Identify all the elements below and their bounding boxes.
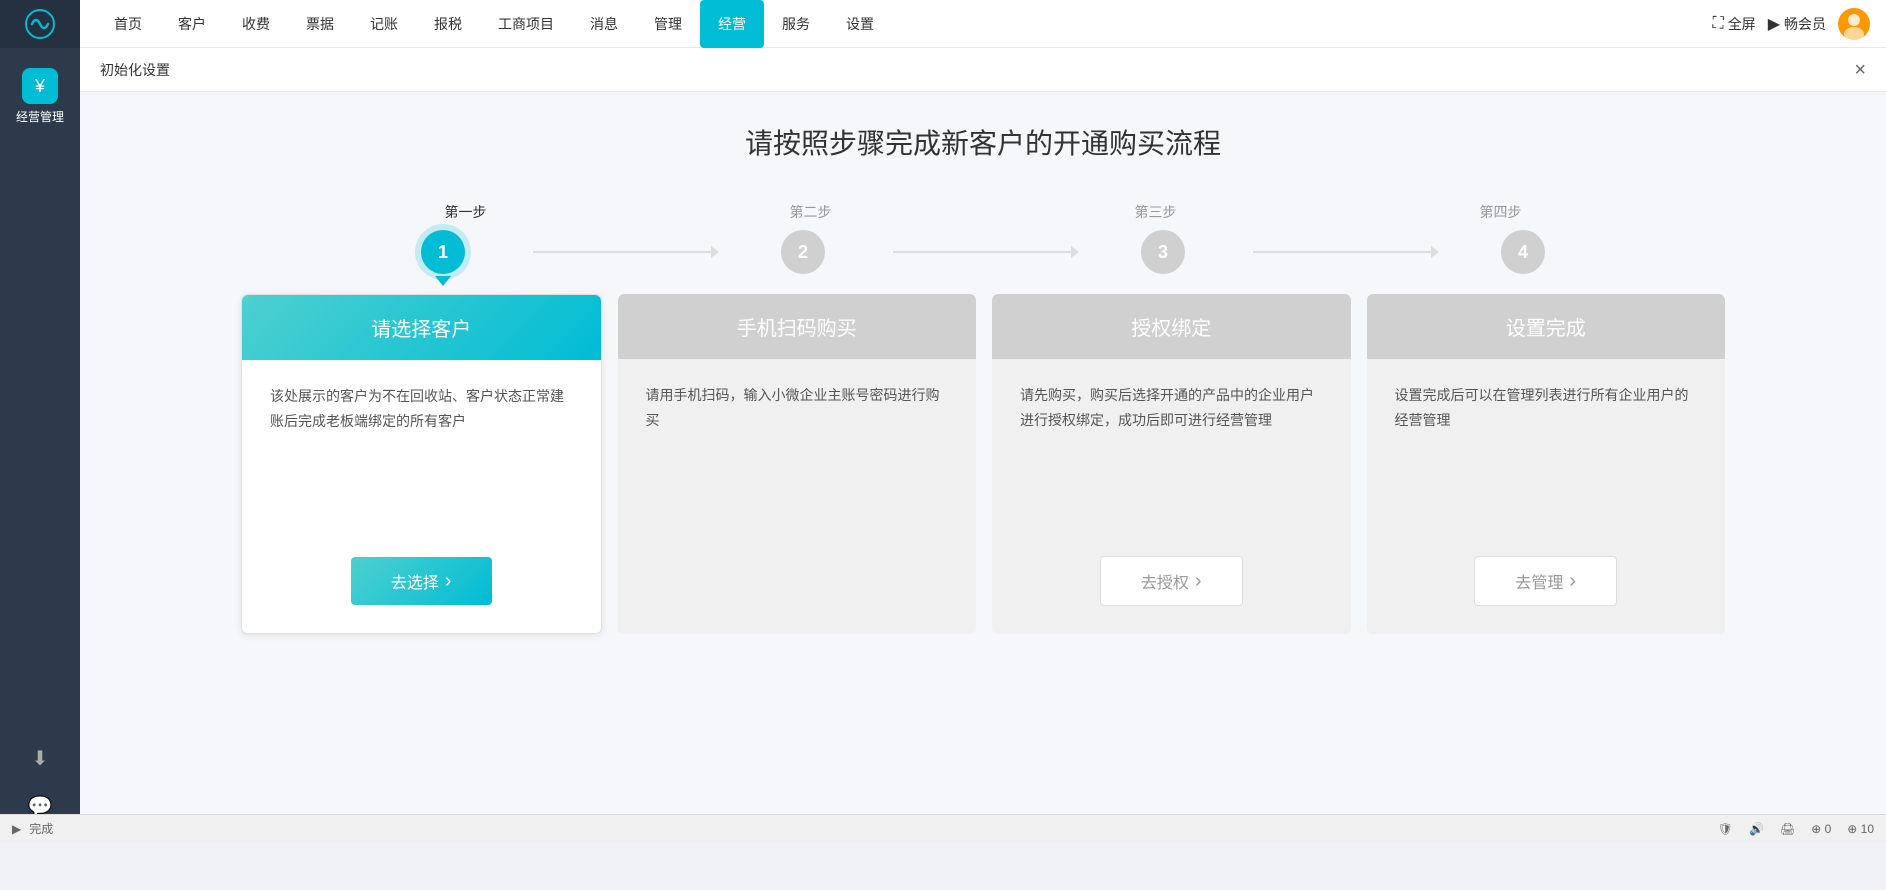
step-circle-wrap-4: 4 [1501, 230, 1545, 274]
step-label-3: 第三步 [983, 202, 1328, 222]
card-body-2: 请用手机扫码，输入小微企业主账号密码进行购买 [618, 359, 977, 590]
arrow-2-3 [1071, 246, 1079, 258]
nav-message[interactable]: 消息 [572, 0, 636, 48]
card-footer-3: 去授权 › [992, 540, 1351, 634]
card-header-4: 设置完成 [1367, 294, 1726, 359]
nav-account[interactable]: 记账 [352, 0, 416, 48]
sidebar: ¥ 经营管理 ⬇ 💬 [0, 0, 80, 842]
step-line-3-4 [1253, 251, 1433, 253]
card-header-1: 请选择客户 [242, 295, 601, 360]
print-icon: 🖨 [1780, 822, 1795, 836]
nav-manage[interactable]: 管理 [636, 0, 700, 48]
card-body-4: 设置完成后可以在管理列表进行所有企业用户的经营管理 [1367, 359, 1726, 540]
page-title: 初始化设置 [100, 60, 170, 80]
main-heading: 请按照步骤完成新客户的开通购买流程 [110, 122, 1856, 162]
go-select-arrow: › [445, 570, 452, 593]
card-body-1: 该处展示的客户为不在回收站、客户状态正常建账后完成老板端绑定的所有客户 [242, 360, 601, 541]
status-text: 完成 [29, 820, 53, 837]
shield-icon: 🛡 [1718, 822, 1733, 836]
vip-icon: ▶ [1768, 14, 1780, 34]
step-line-1-2 [533, 251, 713, 253]
nav-right: ⛶ 全屏 ▶ 畅会员 [1712, 8, 1870, 40]
fullscreen-icon: ⛶ [1712, 15, 1723, 33]
go-select-button[interactable]: 去选择 › [351, 557, 492, 605]
step-label-4: 第四步 [1328, 202, 1673, 222]
page-header: 初始化设置 × [80, 48, 1886, 92]
count-zero: ⊕ 0 [1811, 822, 1831, 836]
nav-tax[interactable]: 报税 [416, 0, 480, 48]
step-labels-row: 第一步 第二步 第三步 第四步 [233, 202, 1733, 222]
card-footer-1: 去选择 › [242, 541, 601, 633]
go-manage-arrow: › [1569, 570, 1576, 593]
card-body-3: 请先购买，购买后选择开通的产品中的企业用户进行授权绑定，成功后即可进行经营管理 [992, 359, 1351, 540]
content-area: 请按照步骤完成新客户的开通购买流程 第一步 第二步 第三步 第四步 1 [80, 92, 1886, 814]
nav-settings[interactable]: 设置 [828, 0, 892, 48]
sidebar-item-jingying[interactable]: ¥ 经营管理 [0, 56, 80, 137]
nav-operation[interactable]: 经营 [700, 0, 764, 48]
nav-customer[interactable]: 客户 [160, 0, 224, 48]
play-icon: ▶ [12, 822, 21, 836]
jingying-icon: ¥ [22, 68, 58, 104]
nav-business[interactable]: 工商项目 [480, 0, 572, 48]
step-circle-3: 3 [1141, 230, 1185, 274]
nav-charge[interactable]: 收费 [224, 0, 288, 48]
top-nav: 首页 客户 收费 票据 记账 报税 工商项目 消息 管理 经营 服务 设置 ⛶ … [80, 0, 1886, 48]
step-circle-1: 1 [421, 230, 465, 274]
nav-home[interactable]: 首页 [96, 0, 160, 48]
step-cards-row: 请选择客户 该处展示的客户为不在回收站、客户状态正常建账后完成老板端绑定的所有客… [233, 294, 1733, 634]
card-footer-4: 去管理 › [1367, 540, 1726, 634]
sidebar-item-label: 经营管理 [16, 108, 64, 125]
volume-icon: 🔊 [1749, 822, 1764, 836]
arrow-1-2 [711, 246, 719, 258]
step-circle-wrap-3: 3 [1141, 230, 1185, 274]
count-ten: ⊕ 10 [1847, 822, 1874, 836]
step-circles-row: 1 2 [233, 230, 1733, 274]
arrow-3-4 [1431, 246, 1439, 258]
status-right: 🛡 🔊 🖨 ⊕ 0 ⊕ 10 [1718, 822, 1874, 836]
step-circle-2: 2 [781, 230, 825, 274]
go-authorize-button[interactable]: 去授权 › [1100, 556, 1243, 606]
status-bar: ▶ 完成 🛡 🔊 🖨 ⊕ 0 ⊕ 10 [0, 814, 1886, 842]
nav-service[interactable]: 服务 [764, 0, 828, 48]
go-manage-button[interactable]: 去管理 › [1474, 556, 1617, 606]
step-card-2: 手机扫码购买 请用手机扫码，输入小微企业主账号密码进行购买 [618, 294, 977, 634]
nav-ticket[interactable]: 票据 [288, 0, 352, 48]
card-footer-2 [618, 590, 977, 634]
step-label-1: 第一步 [293, 202, 638, 222]
download-icon[interactable]: ⬇ [20, 738, 60, 778]
step-card-1: 请选择客户 该处展示的客户为不在回收站、客户状态正常建账后完成老板端绑定的所有客… [241, 294, 602, 634]
step-circle-wrap-2: 2 [781, 230, 825, 274]
avatar[interactable] [1838, 8, 1870, 40]
steps-flow: 第一步 第二步 第三步 第四步 1 [110, 202, 1856, 634]
step-card-3: 授权绑定 请先购买，购买后选择开通的产品中的企业用户进行授权绑定，成功后即可进行… [992, 294, 1351, 634]
step-line-2-3 [893, 251, 1073, 253]
main-area: 初始化设置 × 请按照步骤完成新客户的开通购买流程 第一步 第二步 第三步 第四… [80, 48, 1886, 814]
card-header-2: 手机扫码购买 [618, 294, 977, 359]
step-label-2: 第二步 [638, 202, 983, 222]
status-left: ▶ 完成 [12, 820, 53, 837]
step-card-4: 设置完成 设置完成后可以在管理列表进行所有企业用户的经营管理 去管理 › [1367, 294, 1726, 634]
sidebar-logo [0, 0, 80, 48]
fullscreen-button[interactable]: ⛶ 全屏 [1712, 14, 1755, 34]
close-button[interactable]: × [1854, 60, 1866, 80]
go-authorize-arrow: › [1195, 570, 1202, 593]
vip-button[interactable]: ▶ 畅会员 [1768, 14, 1826, 34]
step-circle-wrap-1: 1 [421, 230, 465, 274]
card-header-3: 授权绑定 [992, 294, 1351, 359]
step-circle-4: 4 [1501, 230, 1545, 274]
